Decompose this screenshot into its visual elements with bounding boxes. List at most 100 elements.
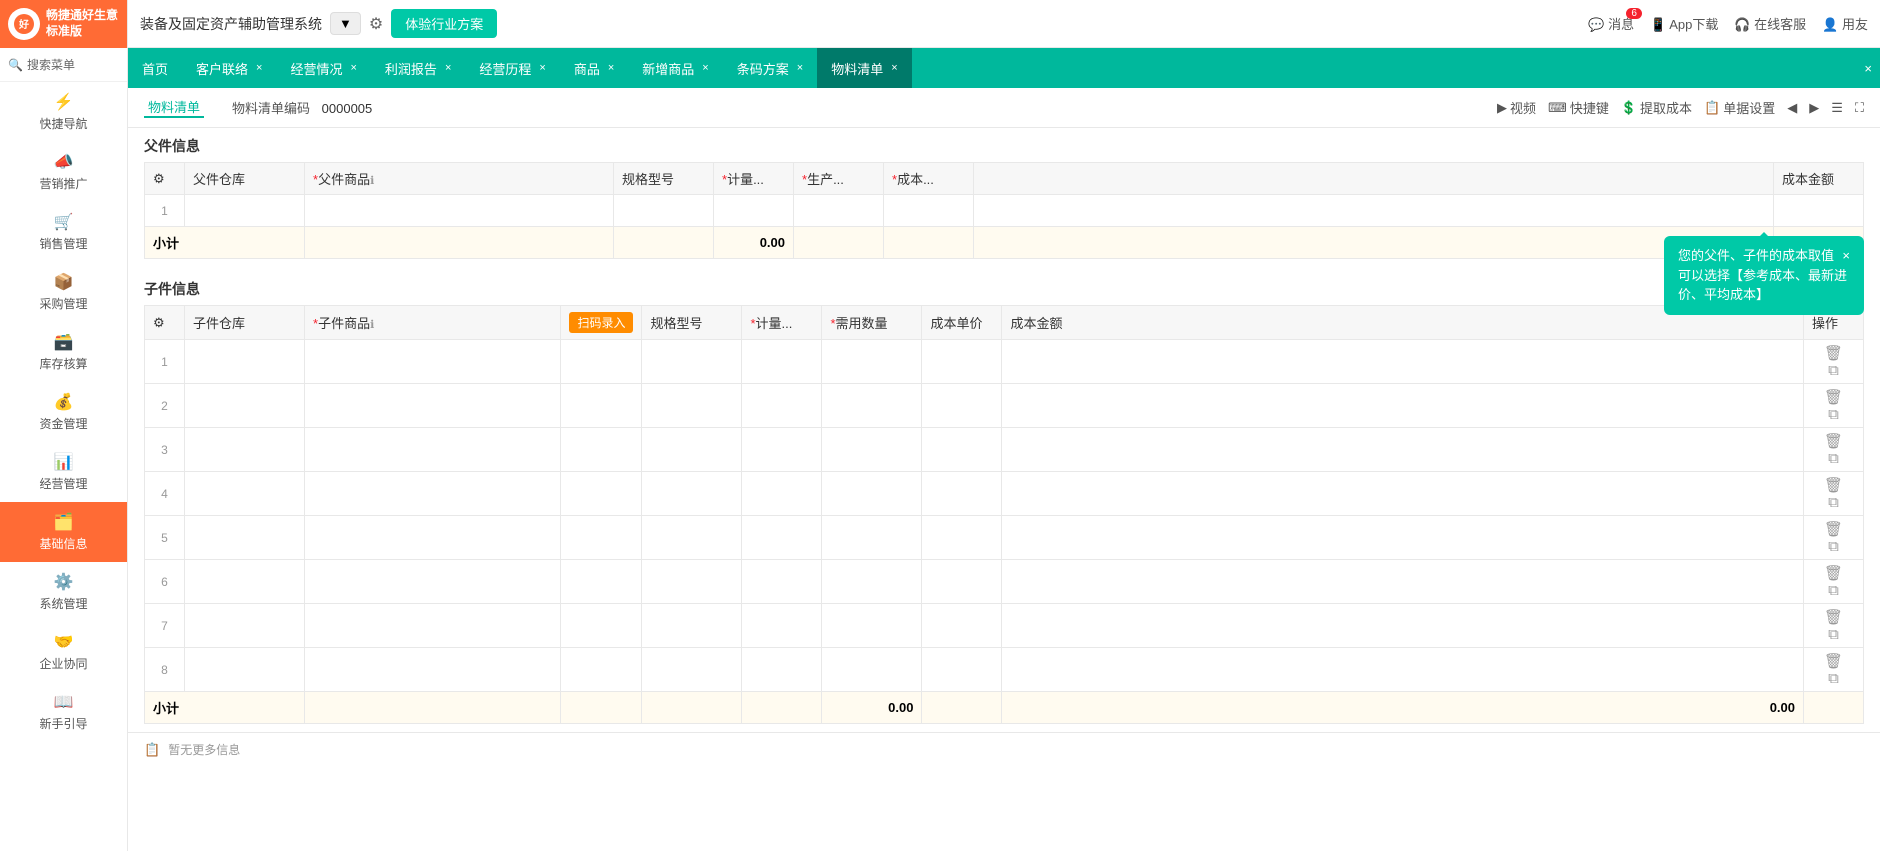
online-service[interactable]: 🎧 在线客服 xyxy=(1734,14,1806,33)
search-menu-item[interactable]: 🔍 搜索菜单 xyxy=(0,48,127,82)
child-row-1-qty[interactable] xyxy=(822,340,922,384)
child-row-4-copy-btn[interactable]: ⧉ xyxy=(1825,494,1842,511)
system-selector[interactable]: ▼ xyxy=(330,12,361,35)
child-row-7-spec[interactable] xyxy=(642,604,742,648)
child-row-5-warehouse[interactable] xyxy=(185,516,305,560)
child-row-2-delete-btn[interactable]: 🗑 xyxy=(1821,388,1846,406)
tab-new-goods-close[interactable]: × xyxy=(702,62,708,74)
child-row-4-unit[interactable] xyxy=(742,472,822,516)
child-row-6-price[interactable] xyxy=(922,560,1002,604)
parent-row-1-warehouse[interactable] xyxy=(185,195,305,227)
tab-operation-close[interactable]: × xyxy=(350,62,356,74)
child-col-gear[interactable]: ⚙ xyxy=(145,306,185,340)
sidebar-item-operation[interactable]: 📊 经营管理 xyxy=(0,442,127,502)
child-row-2-unit[interactable] xyxy=(742,384,822,428)
child-row-2-warehouse[interactable] xyxy=(185,384,305,428)
child-row-5-spec[interactable] xyxy=(642,516,742,560)
extract-cost-btn[interactable]: 💲 提取成本 xyxy=(1621,98,1692,117)
child-row-6-delete-btn[interactable]: 🗑 xyxy=(1821,564,1846,582)
tab-goods[interactable]: 商品 × xyxy=(560,48,628,88)
child-row-7-price[interactable] xyxy=(922,604,1002,648)
child-row-8-copy-btn[interactable]: ⧉ xyxy=(1825,670,1842,687)
child-row-4-delete-btn[interactable]: 🗑 xyxy=(1821,476,1846,494)
video-btn[interactable]: ▶ 视频 xyxy=(1497,98,1536,117)
tab-customer[interactable]: 客户联络 × xyxy=(182,48,276,88)
sidebar-item-basic-info[interactable]: 🗂️ 基础信息 xyxy=(0,502,127,562)
sidebar-item-guide[interactable]: 📖 新手引导 xyxy=(0,682,127,742)
app-download[interactable]: 📱 App下载 xyxy=(1650,14,1718,33)
child-row-3-unit[interactable] xyxy=(742,428,822,472)
close-all-tabs[interactable]: × xyxy=(1856,48,1880,88)
child-row-1-warehouse[interactable] xyxy=(185,340,305,384)
single-settings-btn[interactable]: 📋 单据设置 xyxy=(1704,98,1775,117)
child-row-2-spec[interactable] xyxy=(642,384,742,428)
child-row-4-goods[interactable] xyxy=(305,472,561,516)
menu-icon[interactable]: ☰ xyxy=(1831,100,1843,116)
child-row-8-price[interactable] xyxy=(922,648,1002,692)
child-row-3-warehouse[interactable] xyxy=(185,428,305,472)
sidebar-item-sales[interactable]: 🛒 销售管理 xyxy=(0,202,127,262)
shortcut-btn[interactable]: ⌨ 快捷键 xyxy=(1548,98,1609,117)
sidebar-item-enterprise[interactable]: 🤝 企业协同 xyxy=(0,622,127,682)
child-row-3-qty[interactable] xyxy=(822,428,922,472)
child-row-8-qty[interactable] xyxy=(822,648,922,692)
tab-profit[interactable]: 利润报告 × xyxy=(371,48,465,88)
child-row-6-goods[interactable] xyxy=(305,560,561,604)
sidebar-item-inventory[interactable]: 🗃️ 库存核算 xyxy=(0,322,127,382)
child-row-6-unit[interactable] xyxy=(742,560,822,604)
tab-profit-close[interactable]: × xyxy=(445,62,451,74)
sidebar-item-system[interactable]: ⚙️ 系统管理 xyxy=(0,562,127,622)
parent-row-1-unit[interactable] xyxy=(714,195,794,227)
child-row-8-delete-btn[interactable]: 🗑 xyxy=(1821,652,1846,670)
tab-new-goods[interactable]: 新增商品 × xyxy=(628,48,722,88)
tab-barcode-close[interactable]: × xyxy=(797,62,803,74)
tab-home[interactable]: 首页 xyxy=(128,48,182,88)
child-row-7-copy-btn[interactable]: ⧉ xyxy=(1825,626,1842,643)
parent-row-1-spec[interactable] xyxy=(614,195,714,227)
child-row-2-goods[interactable] xyxy=(305,384,561,428)
gear-icon[interactable]: ⚙ xyxy=(369,14,383,34)
child-row-8-unit[interactable] xyxy=(742,648,822,692)
tooltip-close-btn[interactable]: × xyxy=(1842,246,1850,266)
trial-btn[interactable]: 体验行业方案 xyxy=(391,9,497,38)
child-row-7-delete-btn[interactable]: 🗑 xyxy=(1821,608,1846,626)
child-row-3-price[interactable] xyxy=(922,428,1002,472)
child-row-8-goods[interactable] xyxy=(305,648,561,692)
child-row-3-goods[interactable] xyxy=(305,428,561,472)
tab-bom[interactable]: 物料清单 × xyxy=(817,48,911,88)
child-row-1-copy-btn[interactable]: ⧉ xyxy=(1825,362,1842,379)
child-row-4-price[interactable] xyxy=(922,472,1002,516)
scan-btn[interactable]: 扫码录入 xyxy=(569,312,633,333)
sidebar-item-finance[interactable]: 💰 资金管理 xyxy=(0,382,127,442)
child-row-6-qty[interactable] xyxy=(822,560,922,604)
nav-prev-btn[interactable]: ◀ xyxy=(1787,100,1797,116)
tab-bom-close[interactable]: × xyxy=(891,62,897,74)
tab-history-close[interactable]: × xyxy=(539,62,545,74)
child-row-3-spec[interactable] xyxy=(642,428,742,472)
child-row-1-unit[interactable] xyxy=(742,340,822,384)
child-row-1-price[interactable] xyxy=(922,340,1002,384)
child-row-1-spec[interactable] xyxy=(642,340,742,384)
child-row-6-warehouse[interactable] xyxy=(185,560,305,604)
child-row-5-price[interactable] xyxy=(922,516,1002,560)
child-row-5-qty[interactable] xyxy=(822,516,922,560)
child-row-4-warehouse[interactable] xyxy=(185,472,305,516)
child-row-8-spec[interactable] xyxy=(642,648,742,692)
tab-customer-close[interactable]: × xyxy=(256,62,262,74)
tab-operation[interactable]: 经营情况 × xyxy=(276,48,370,88)
child-row-5-delete-btn[interactable]: 🗑 xyxy=(1821,520,1846,538)
child-row-8-warehouse[interactable] xyxy=(185,648,305,692)
child-row-7-qty[interactable] xyxy=(822,604,922,648)
child-row-5-copy-btn[interactable]: ⧉ xyxy=(1825,538,1842,555)
child-row-2-copy-btn[interactable]: ⧉ xyxy=(1825,406,1842,423)
nav-next-btn[interactable]: ▶ xyxy=(1809,100,1819,116)
notifications[interactable]: 💬 6 消息 xyxy=(1588,14,1634,33)
child-row-2-price[interactable] xyxy=(922,384,1002,428)
child-row-1-goods[interactable] xyxy=(305,340,561,384)
parent-row-1-cost[interactable] xyxy=(884,195,974,227)
parent-row-1-goods[interactable] xyxy=(305,195,614,227)
child-row-7-unit[interactable] xyxy=(742,604,822,648)
child-row-4-spec[interactable] xyxy=(642,472,742,516)
subtab-bom-code[interactable]: 物料清单编码 0000005 xyxy=(228,98,376,117)
child-row-7-goods[interactable] xyxy=(305,604,561,648)
